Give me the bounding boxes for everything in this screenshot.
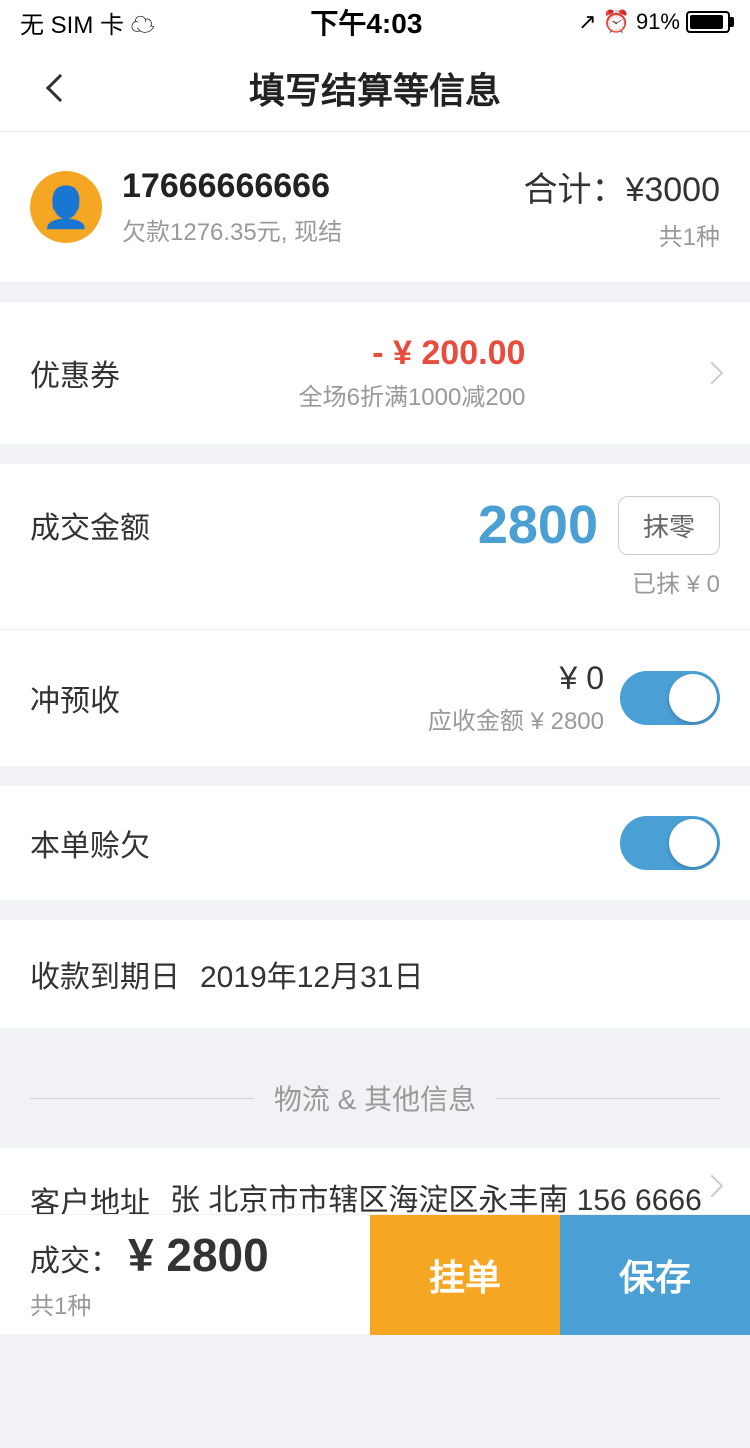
coupon-section: 优惠券 - ¥ 200.00 全场6折满1000减200	[0, 302, 750, 444]
debt-toggle-knob	[669, 819, 717, 867]
logistics-label: 物流 & 其他信息	[254, 1078, 496, 1118]
debt-label: 本单赊欠	[30, 821, 150, 865]
total-count: 共1种	[523, 217, 720, 252]
date-content: 收款到期日 2019年12月31日	[30, 952, 720, 996]
status-right: ↗ ⏰ 91%	[578, 9, 730, 35]
prepaid-right: ¥ 0 应收金额 ¥ 2800	[428, 660, 720, 736]
logistics-line-right	[496, 1098, 720, 1099]
coupon-label: 优惠券	[30, 351, 120, 395]
back-button[interactable]	[30, 58, 90, 118]
debt-row: 本单赊欠	[0, 786, 750, 900]
prepaid-toggle[interactable]	[620, 671, 720, 725]
coupon-row[interactable]: 优惠券 - ¥ 200.00 全场6折满1000减200	[0, 302, 750, 444]
total-amount: 合计：¥3000	[523, 162, 720, 211]
alarm-icon: ⏰	[603, 9, 630, 35]
status-left: 无 SIM 卡 ☁	[20, 5, 155, 40]
sim-label: 无 SIM 卡 ☁	[20, 5, 155, 40]
footer-deal-amount: ¥ 2800	[128, 1228, 269, 1282]
customer-card: 👤 17666666666 欠款1276.35元, 现结 合计：¥3000 共1…	[0, 132, 750, 282]
footer-info: 成交： ¥ 2800 共1种	[0, 1228, 370, 1321]
coupon-amount: - ¥ 200.00	[299, 334, 526, 373]
hold-button[interactable]: 挂单	[370, 1215, 560, 1335]
deal-amount-section: 成交金额 2800 抹零 已抹 ¥ 0 冲预收 ¥ 0 应收金额 ¥ 2800	[0, 464, 750, 766]
customer-info: 17666666666 欠款1276.35元, 现结	[122, 167, 342, 247]
prepaid-label: 冲预收	[30, 676, 120, 720]
logistics-header: 物流 & 其他信息	[0, 1048, 750, 1148]
prepaid-amount: ¥ 0	[428, 660, 604, 697]
prepaid-row: 冲预收 ¥ 0 应收金额 ¥ 2800	[30, 660, 720, 736]
debt-toggle[interactable]	[620, 816, 720, 870]
customer-left: 👤 17666666666 欠款1276.35元, 现结	[30, 167, 342, 247]
divider-4	[0, 900, 750, 920]
location-icon: ↗	[578, 9, 596, 35]
customer-phone: 17666666666	[122, 167, 342, 206]
nav-bar: 填写结算等信息	[0, 44, 750, 132]
deal-amount-content: 成交金额 2800 抹零 已抹 ¥ 0	[0, 464, 750, 629]
customer-debt: 欠款1276.35元, 现结	[122, 212, 342, 247]
deal-amount-label: 成交金额	[30, 503, 150, 547]
divider-1	[0, 282, 750, 302]
battery-percent: 91%	[636, 9, 680, 35]
coupon-detail: 全场6折满1000减200	[299, 377, 526, 412]
customer-right: 合计：¥3000 共1种	[523, 162, 720, 252]
divider-2	[0, 444, 750, 464]
debt-section: 本单赊欠	[0, 786, 750, 900]
footer: 成交： ¥ 2800 共1种 挂单 保存	[0, 1214, 750, 1334]
battery-icon	[686, 11, 730, 33]
deal-amount-row: 成交金额 2800 抹零	[30, 494, 720, 556]
footer-deal-label: 成交：	[30, 1236, 120, 1280]
divider-5	[0, 1028, 750, 1048]
logistics-line-left	[30, 1098, 254, 1099]
address-chevron-icon	[701, 1175, 724, 1198]
back-arrow-icon	[46, 73, 74, 101]
prepaid-sub: 应收金额 ¥ 2800	[428, 701, 604, 736]
avatar-icon: 👤	[41, 184, 91, 231]
save-button[interactable]: 保存	[560, 1215, 750, 1335]
footer-count: 共1种	[30, 1286, 340, 1321]
footer-deal-row: 成交： ¥ 2800	[30, 1228, 340, 1282]
date-row: 收款到期日 2019年12月31日	[0, 920, 750, 1028]
round-zero-button[interactable]: 抹零	[618, 496, 720, 555]
chevron-right-icon	[701, 362, 724, 385]
deal-amount-value: 2800	[478, 494, 598, 556]
status-time: 下午4:03	[310, 2, 422, 42]
page-title: 填写结算等信息	[90, 62, 660, 114]
deal-amount-sub: 已抹 ¥ 0	[30, 564, 720, 599]
due-date-section: 收款到期日 2019年12月31日	[0, 920, 750, 1028]
status-bar: 无 SIM 卡 ☁ 下午4:03 ↗ ⏰ 91%	[0, 0, 750, 44]
prepaid-amount-block: ¥ 0 应收金额 ¥ 2800	[428, 660, 604, 736]
toggle-knob	[669, 674, 717, 722]
due-date-value: 2019年12月31日	[200, 952, 423, 996]
coupon-right: - ¥ 200.00 全场6折满1000减200	[299, 334, 526, 412]
prepaid-section: 冲预收 ¥ 0 应收金额 ¥ 2800	[0, 629, 750, 766]
avatar: 👤	[30, 171, 102, 243]
due-date-label: 收款到期日	[30, 952, 180, 996]
divider-3	[0, 766, 750, 786]
deal-amount-right: 2800 抹零	[478, 494, 720, 556]
